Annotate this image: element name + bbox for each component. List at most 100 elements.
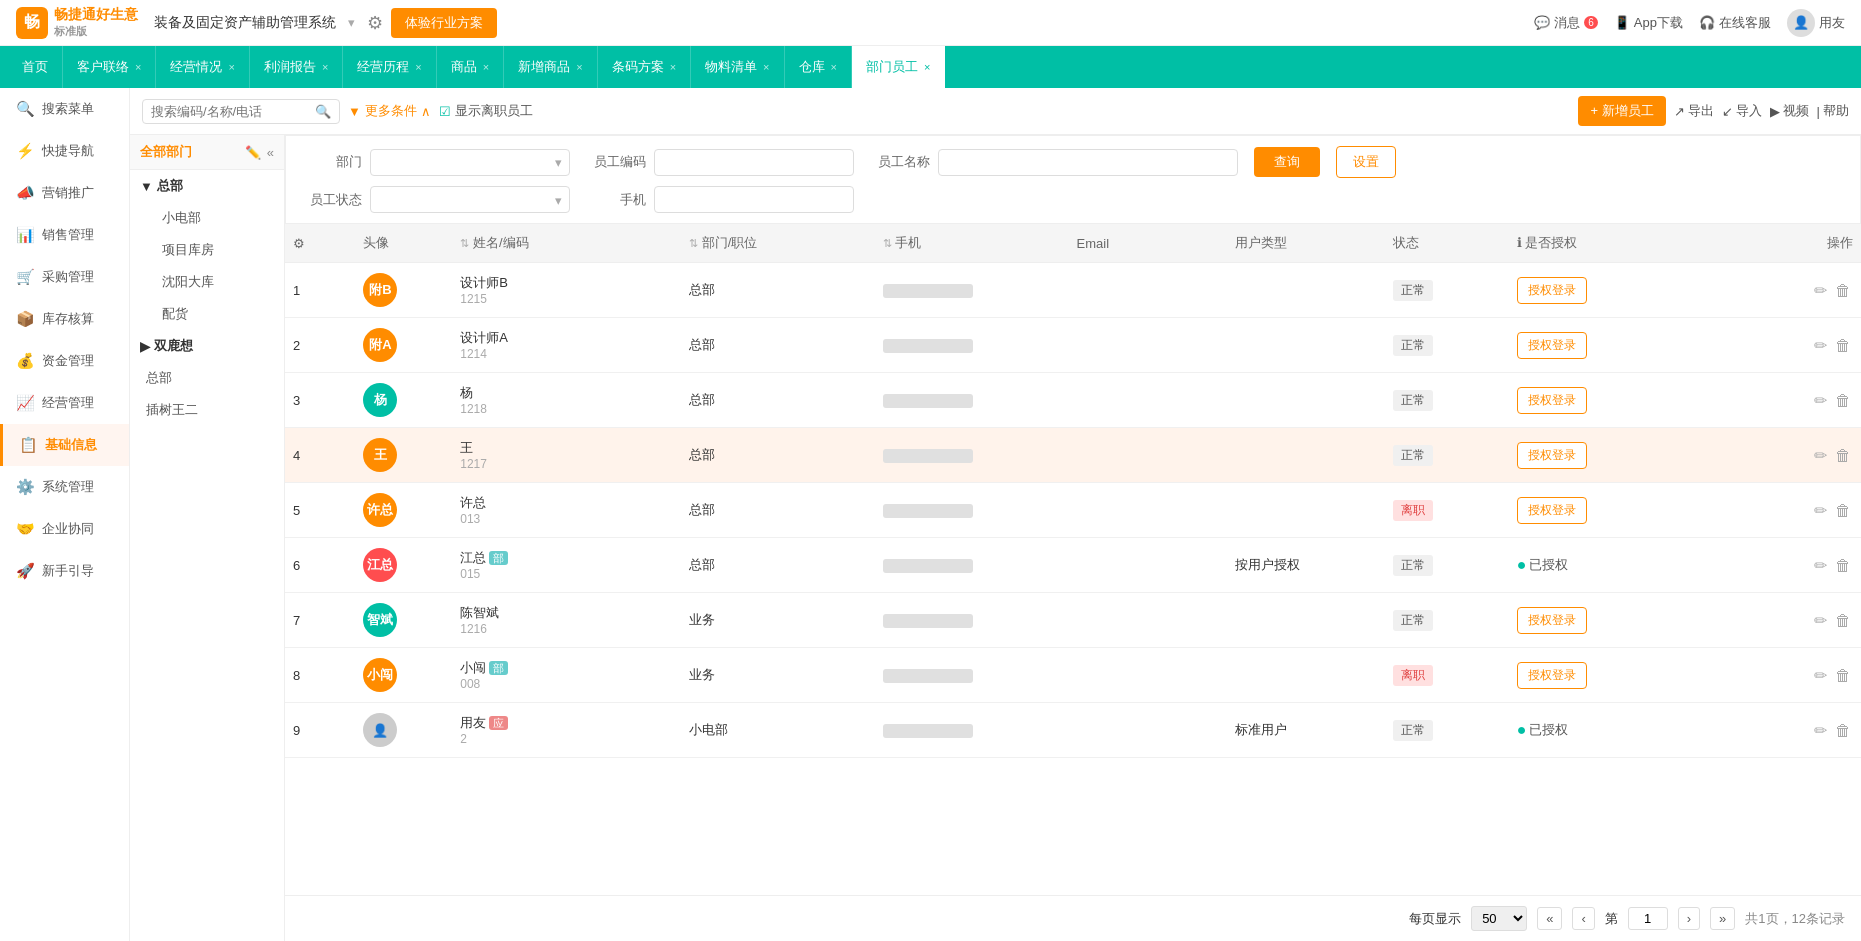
avatar: 👤 <box>363 713 397 747</box>
filter-query-button[interactable]: 查询 <box>1254 147 1320 177</box>
delete-button[interactable]: 🗑 <box>1835 337 1851 355</box>
auth-login-button[interactable]: 授权登录 <box>1517 387 1587 414</box>
import-button[interactable]: ↙ 导入 <box>1722 102 1762 120</box>
more-filter-btn[interactable]: ▼ 更多条件 ∧ <box>348 102 431 120</box>
edit-button[interactable]: ✏ <box>1814 446 1827 465</box>
dept-item-zongbu-standalone[interactable]: 总部 <box>130 362 284 394</box>
sidebar-item-purchase[interactable]: 🛒 采购管理 <box>0 256 129 298</box>
trial-button[interactable]: 体验行业方案 <box>391 8 497 38</box>
page-number-input[interactable] <box>1628 907 1668 930</box>
sidebar-item-nav[interactable]: ⚡ 快捷导航 <box>0 130 129 172</box>
sidebar-item-guide[interactable]: 🚀 新手引导 <box>0 550 129 592</box>
per-page-select[interactable]: 50 20 100 <box>1471 906 1527 931</box>
auth-login-button[interactable]: 授权登录 <box>1517 662 1587 689</box>
add-employee-button[interactable]: + 新增员工 <box>1578 96 1665 126</box>
sidebar-item-finance[interactable]: 💰 资金管理 <box>0 340 129 382</box>
row-no: 3 <box>285 373 355 428</box>
view-button[interactable]: ▶ 视频 <box>1770 102 1809 120</box>
sidebar-item-basic[interactable]: 📋 基础信息 <box>0 424 129 466</box>
sidebar-item-inventory[interactable]: 📦 库存核算 <box>0 298 129 340</box>
show-resigned-toggle[interactable]: ☑ 显示离职员工 <box>439 102 533 120</box>
filter-set-button[interactable]: 设置 <box>1336 146 1396 178</box>
filter-emp-name-input[interactable] <box>938 149 1238 176</box>
table-row: 2 附A 设计师A 1214 总部 正常 授权登录 ✏ 🗑 <box>285 318 1861 373</box>
message-btn[interactable]: 💬 消息 6 <box>1534 14 1598 32</box>
tab-profit[interactable]: 利润报告× <box>250 46 343 88</box>
dept-item-xiaodian[interactable]: 小电部 <box>146 202 284 234</box>
edit-button[interactable]: ✏ <box>1814 501 1827 520</box>
filter-emp-code-input[interactable] <box>654 149 854 176</box>
tab-operation[interactable]: 经营情况× <box>156 46 249 88</box>
delete-button[interactable]: 🗑 <box>1835 502 1851 520</box>
delete-button[interactable]: 🗑 <box>1835 392 1851 410</box>
export-button[interactable]: ↗ 导出 <box>1674 102 1714 120</box>
filter-status-select[interactable] <box>370 186 570 213</box>
avatar: 智斌 <box>363 603 397 637</box>
delete-button[interactable]: 🗑 <box>1835 667 1851 685</box>
edit-button[interactable]: ✏ <box>1814 666 1827 685</box>
sort-dept-icon[interactable]: ⇅ <box>689 237 698 249</box>
filter-phone-input[interactable] <box>654 186 854 213</box>
sidebar-item-sales[interactable]: 📊 销售管理 <box>0 214 129 256</box>
status-badge: 正常 <box>1393 335 1433 356</box>
service-btn[interactable]: 🎧 在线客服 <box>1699 14 1771 32</box>
auth-login-button[interactable]: 授权登录 <box>1517 332 1587 359</box>
sidebar-item-system[interactable]: ⚙️ 系统管理 <box>0 466 129 508</box>
tab-barcode[interactable]: 条码方案× <box>598 46 691 88</box>
prev-page-button[interactable]: ‹ <box>1572 907 1594 930</box>
delete-button[interactable]: 🗑 <box>1835 557 1851 575</box>
search-input[interactable] <box>151 104 311 119</box>
table-row: 8 小闯 小闯部 008 业务 离职 授权登录 ✏ 🗑 <box>285 648 1861 703</box>
dept-item-shenyang[interactable]: 沈阳大库 <box>146 266 284 298</box>
delete-button[interactable]: 🗑 <box>1835 282 1851 300</box>
edit-button[interactable]: ✏ <box>1814 336 1827 355</box>
last-page-button[interactable]: » <box>1710 907 1735 930</box>
mgmt-icon: 📈 <box>16 394 34 412</box>
edit-button[interactable]: ✏ <box>1814 391 1827 410</box>
auth-login-button[interactable]: 授权登录 <box>1517 442 1587 469</box>
edit-button[interactable]: ✏ <box>1814 556 1827 575</box>
auth-login-button[interactable]: 授权登录 <box>1517 607 1587 634</box>
dept-group-header-zongbu[interactable]: ▼ 总部 <box>130 170 284 202</box>
tab-warehouse[interactable]: 仓库× <box>785 46 852 88</box>
delete-button[interactable]: 🗑 <box>1835 447 1851 465</box>
help-button[interactable]: | 帮助 <box>1817 102 1849 120</box>
tab-bom[interactable]: 物料清单× <box>691 46 784 88</box>
settings-icon[interactable]: ⚙ <box>293 236 305 251</box>
edit-button[interactable]: ✏ <box>1814 281 1827 300</box>
dept-group-header-shuanglu[interactable]: ▶ 双鹿想 <box>130 330 284 362</box>
app-download-btn[interactable]: 📱 App下载 <box>1614 14 1683 32</box>
tab-customer[interactable]: 客户联络× <box>63 46 156 88</box>
dept-collapse-icon[interactable]: « <box>267 145 274 160</box>
tab-goods[interactable]: 商品× <box>437 46 504 88</box>
sort-name-icon[interactable]: ⇅ <box>460 237 469 249</box>
sort-phone-icon[interactable]: ⇅ <box>883 237 892 249</box>
edit-button[interactable]: ✏ <box>1814 611 1827 630</box>
next-page-button[interactable]: › <box>1678 907 1700 930</box>
filter-dept-select[interactable] <box>370 149 570 176</box>
delete-button[interactable]: 🗑 <box>1835 612 1851 630</box>
sidebar-item-marketing[interactable]: 📣 营销推广 <box>0 172 129 214</box>
delete-button[interactable]: 🗑 <box>1835 722 1851 740</box>
row-avatar: 小闯 <box>355 648 452 703</box>
user-menu[interactable]: 👤 用友 <box>1787 9 1845 37</box>
first-page-button[interactable]: « <box>1537 907 1562 930</box>
tab-home[interactable]: 首页 <box>8 46 63 88</box>
auth-login-button[interactable]: 授权登录 <box>1517 277 1587 304</box>
dept-item-project[interactable]: 项目库房 <box>146 234 284 266</box>
sidebar-item-mgmt[interactable]: 📈 经营管理 <box>0 382 129 424</box>
tab-history[interactable]: 经营历程× <box>343 46 436 88</box>
dept-item-chashuwang[interactable]: 插树王二 <box>130 394 284 426</box>
gear-button[interactable]: ⚙ <box>367 12 383 34</box>
phone-blur <box>883 449 973 463</box>
sidebar-item-collab[interactable]: 🤝 企业协同 <box>0 508 129 550</box>
row-operations: ✏ 🗑 <box>1720 483 1861 538</box>
tab-dept-employee[interactable]: 部门员工× <box>852 46 945 88</box>
sidebar-item-search[interactable]: 🔍 搜索菜单 <box>0 88 129 130</box>
auth-login-button[interactable]: 授权登录 <box>1517 497 1587 524</box>
edit-button[interactable]: ✏ <box>1814 721 1827 740</box>
dept-edit-icon[interactable]: ✏️ <box>245 145 261 160</box>
tab-new-goods[interactable]: 新增商品× <box>504 46 597 88</box>
row-email <box>1069 483 1227 538</box>
dept-item-peihuo[interactable]: 配货 <box>146 298 284 330</box>
